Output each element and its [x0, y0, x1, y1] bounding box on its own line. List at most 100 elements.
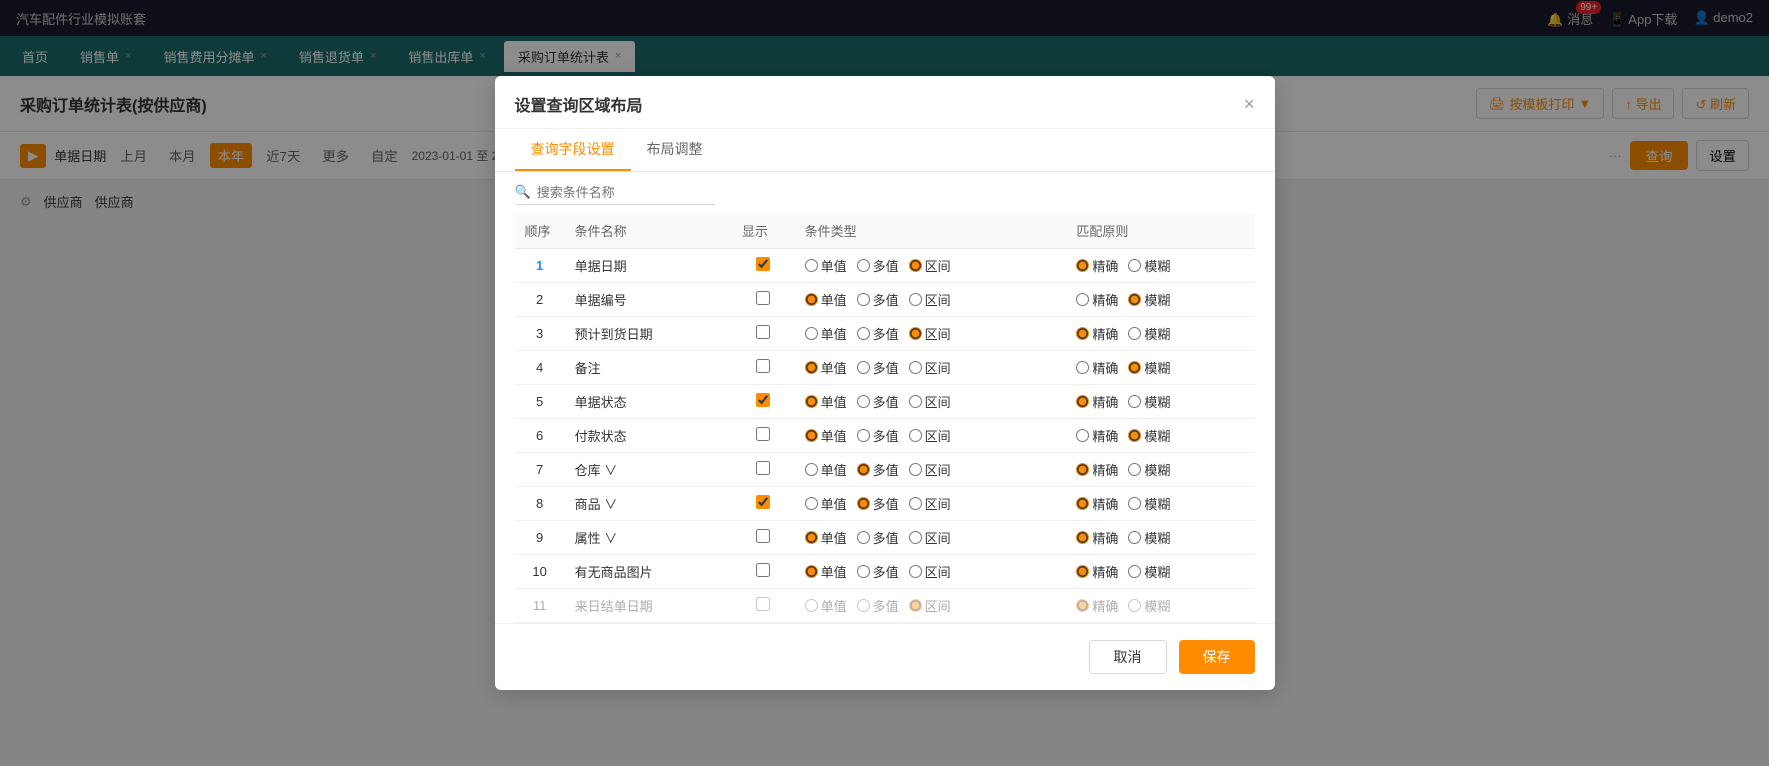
type-radio[interactable]	[909, 395, 922, 408]
match-radio[interactable]	[1076, 497, 1089, 510]
match-radio[interactable]	[1128, 599, 1141, 612]
type-radio[interactable]	[909, 361, 922, 374]
type-radio[interactable]	[857, 463, 870, 476]
type-radio[interactable]	[909, 259, 922, 272]
match-radio-item[interactable]: 精确	[1076, 256, 1118, 275]
type-radio-item[interactable]: 单值	[805, 358, 847, 377]
type-radio-item[interactable]: 区间	[909, 324, 951, 343]
match-radio-item[interactable]: 模糊	[1128, 358, 1170, 377]
match-radio[interactable]	[1076, 259, 1089, 272]
type-radio-item[interactable]: 多值	[857, 596, 899, 615]
row-show-checkbox[interactable]	[732, 521, 795, 555]
match-radio[interactable]	[1076, 599, 1089, 612]
match-radio-item[interactable]: 精确	[1076, 426, 1118, 445]
type-radio-item[interactable]: 单值	[805, 290, 847, 309]
type-radio[interactable]	[909, 599, 922, 612]
type-radio[interactable]	[909, 565, 922, 578]
match-radio-item[interactable]: 精确	[1076, 290, 1118, 309]
type-radio-item[interactable]: 单值	[805, 596, 847, 615]
type-radio-item[interactable]: 单值	[805, 392, 847, 411]
type-radio-item[interactable]: 区间	[909, 494, 951, 513]
cancel-button[interactable]: 取消	[1089, 640, 1167, 674]
match-radio-item[interactable]: 精确	[1076, 528, 1118, 547]
save-button[interactable]: 保存	[1179, 640, 1255, 674]
type-radio[interactable]	[805, 361, 818, 374]
match-radio-item[interactable]: 精确	[1076, 460, 1118, 479]
match-radio[interactable]	[1128, 497, 1141, 510]
type-radio[interactable]	[805, 531, 818, 544]
match-radio-item[interactable]: 精确	[1076, 562, 1118, 581]
match-radio[interactable]	[1076, 293, 1089, 306]
type-radio-item[interactable]: 单值	[805, 426, 847, 445]
match-radio[interactable]	[1128, 327, 1141, 340]
type-radio-item[interactable]: 区间	[909, 256, 951, 275]
match-radio-item[interactable]: 模糊	[1128, 290, 1170, 309]
match-radio-item[interactable]: 精确	[1076, 358, 1118, 377]
row-show-checkbox[interactable]	[732, 453, 795, 487]
match-radio-item[interactable]: 模糊	[1128, 324, 1170, 343]
type-radio[interactable]	[805, 327, 818, 340]
search-input[interactable]	[537, 185, 697, 200]
type-radio-item[interactable]: 单值	[805, 494, 847, 513]
type-radio-item[interactable]: 多值	[857, 324, 899, 343]
type-radio[interactable]	[805, 429, 818, 442]
tab-query-fields[interactable]: 查询字段设置	[515, 129, 631, 171]
show-checkbox[interactable]	[756, 563, 770, 577]
show-checkbox[interactable]	[756, 495, 770, 509]
match-radio-item[interactable]: 模糊	[1128, 494, 1170, 513]
type-radio[interactable]	[909, 429, 922, 442]
type-radio[interactable]	[805, 497, 818, 510]
match-radio[interactable]	[1076, 429, 1089, 442]
row-show-checkbox[interactable]	[732, 589, 795, 623]
match-radio-item[interactable]: 模糊	[1128, 460, 1170, 479]
type-radio-item[interactable]: 多值	[857, 562, 899, 581]
dialog-close-button[interactable]: ×	[1244, 95, 1255, 113]
type-radio[interactable]	[805, 395, 818, 408]
match-radio-item[interactable]: 精确	[1076, 392, 1118, 411]
type-radio[interactable]	[857, 565, 870, 578]
type-radio-item[interactable]: 区间	[909, 562, 951, 581]
type-radio[interactable]	[857, 599, 870, 612]
match-radio-item[interactable]: 模糊	[1128, 256, 1170, 275]
match-radio[interactable]	[1128, 565, 1141, 578]
show-checkbox[interactable]	[756, 529, 770, 543]
type-radio-item[interactable]: 多值	[857, 528, 899, 547]
type-radio-item[interactable]: 单值	[805, 562, 847, 581]
show-checkbox[interactable]	[756, 359, 770, 373]
show-checkbox[interactable]	[756, 461, 770, 475]
match-radio-item[interactable]: 模糊	[1128, 426, 1170, 445]
show-checkbox[interactable]	[756, 291, 770, 305]
type-radio[interactable]	[909, 293, 922, 306]
type-radio[interactable]	[857, 361, 870, 374]
type-radio-item[interactable]: 区间	[909, 460, 951, 479]
type-radio-item[interactable]: 区间	[909, 392, 951, 411]
type-radio[interactable]	[857, 531, 870, 544]
match-radio[interactable]	[1076, 531, 1089, 544]
match-radio[interactable]	[1128, 429, 1141, 442]
type-radio[interactable]	[805, 259, 818, 272]
show-checkbox[interactable]	[756, 257, 770, 271]
match-radio[interactable]	[1128, 531, 1141, 544]
type-radio[interactable]	[909, 463, 922, 476]
show-checkbox[interactable]	[756, 325, 770, 339]
match-radio-item[interactable]: 模糊	[1128, 528, 1170, 547]
row-show-checkbox[interactable]	[732, 487, 795, 521]
type-radio-item[interactable]: 单值	[805, 528, 847, 547]
row-show-checkbox[interactable]	[732, 351, 795, 385]
match-radio-item[interactable]: 精确	[1076, 324, 1118, 343]
type-radio-item[interactable]: 多值	[857, 392, 899, 411]
match-radio[interactable]	[1076, 565, 1089, 578]
row-show-checkbox[interactable]	[732, 283, 795, 317]
type-radio[interactable]	[805, 463, 818, 476]
row-show-checkbox[interactable]	[732, 317, 795, 351]
type-radio[interactable]	[805, 565, 818, 578]
show-checkbox[interactable]	[756, 393, 770, 407]
match-radio[interactable]	[1076, 463, 1089, 476]
type-radio[interactable]	[857, 259, 870, 272]
match-radio[interactable]	[1076, 327, 1089, 340]
match-radio[interactable]	[1128, 395, 1141, 408]
type-radio-item[interactable]: 区间	[909, 290, 951, 309]
type-radio[interactable]	[857, 327, 870, 340]
type-radio-item[interactable]: 单值	[805, 324, 847, 343]
type-radio-item[interactable]: 区间	[909, 596, 951, 615]
